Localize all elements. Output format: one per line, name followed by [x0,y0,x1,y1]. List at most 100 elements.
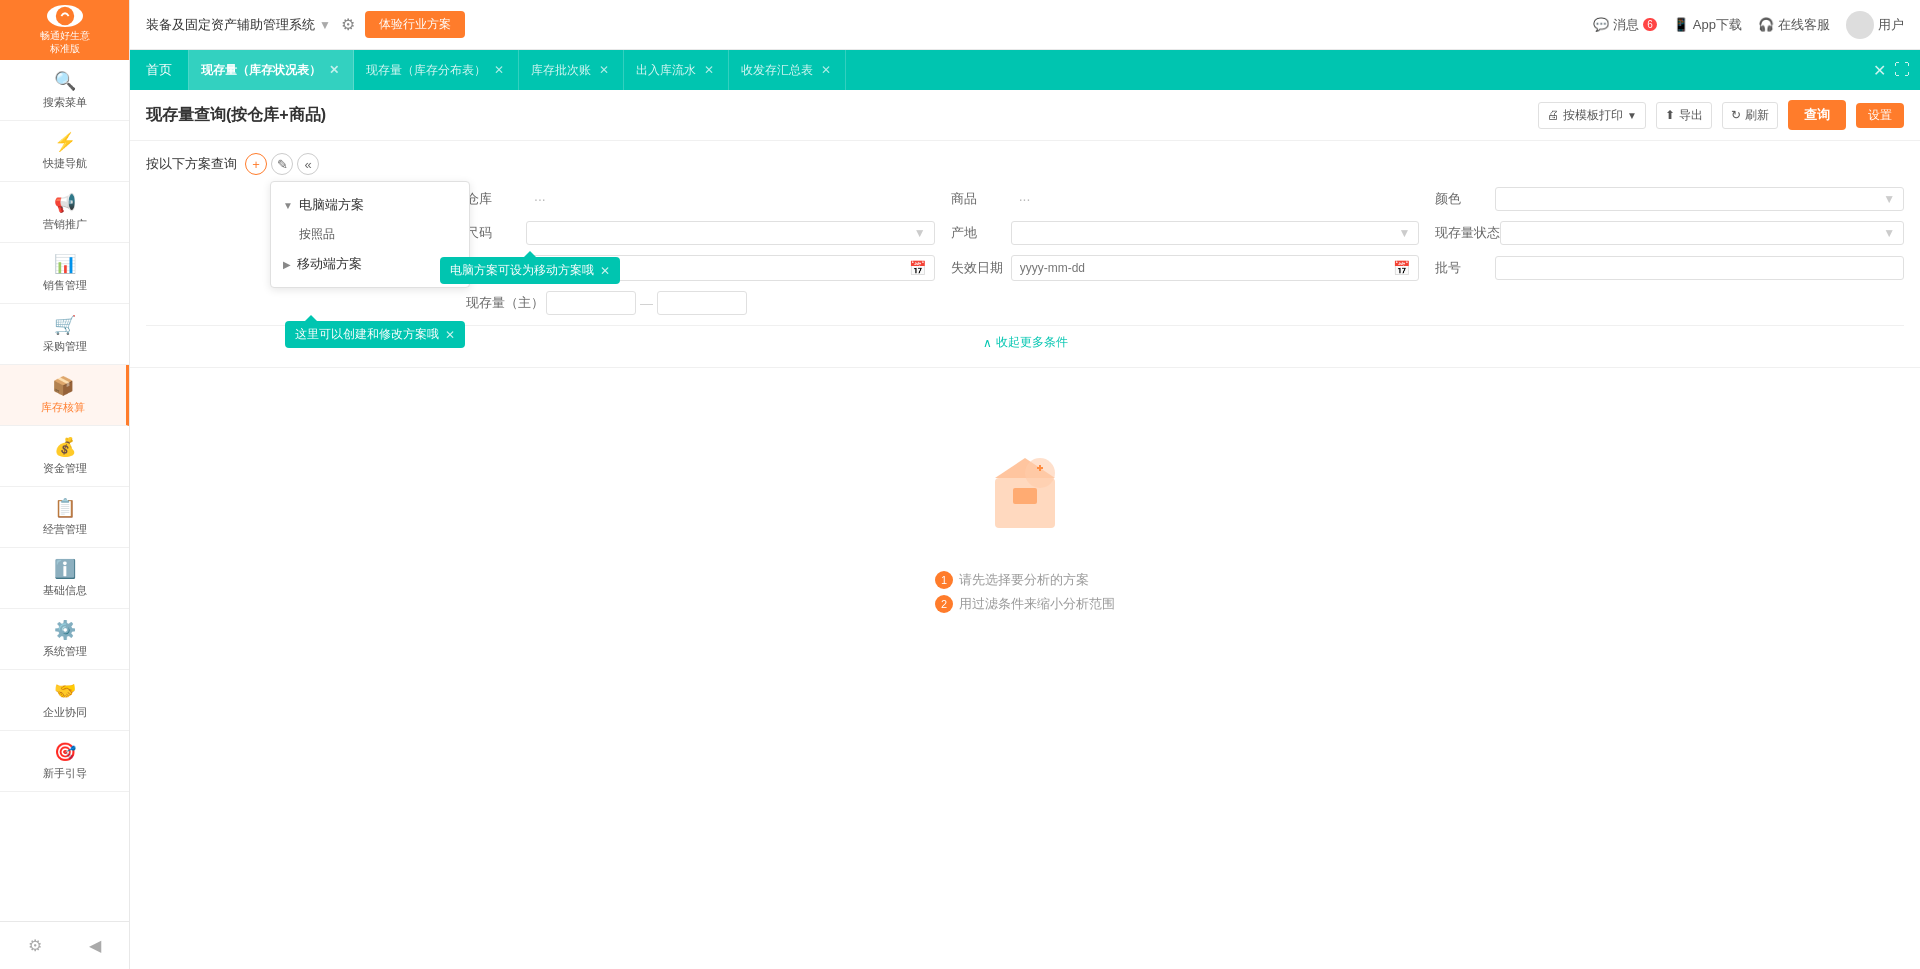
color-select[interactable]: ▼ [1495,187,1904,211]
main-content: 装备及固定资产辅助管理系统 ▼ ⚙ 体验行业方案 💬 消息 6 📱 App下载 … [130,0,1920,969]
refresh-icon: ↻ [1731,108,1741,122]
filter-field-warehouse: 仓库 ··· [466,190,935,208]
warehouse-dots-btn[interactable]: ··· [526,191,554,207]
online-support-btn[interactable]: 🎧 在线客服 [1758,16,1830,34]
tab-close-2[interactable]: ✕ [492,61,506,79]
chevron-down-icon: ▼ [1398,226,1410,240]
sidebar-item-system[interactable]: ⚙️ 系统管理 [0,609,129,670]
sidebar-item-inventory[interactable]: 📦 库存核算 [0,365,129,426]
setting-btn[interactable]: 设置 [1856,103,1904,128]
trial-button[interactable]: 体验行业方案 [365,11,465,38]
tooltip-close-2[interactable]: ✕ [445,328,455,342]
tabs-spacer [846,50,1863,90]
notification-icon: 💬 [1593,17,1609,32]
marketing-icon: 📢 [54,192,76,214]
print-btn[interactable]: 🖨 按模板打印 ▼ [1538,102,1646,129]
filter-row-2: 尺码 ▼ 产地 ▼ [466,221,1904,245]
size-select[interactable]: ▼ [526,221,935,245]
calendar-icon: 📅 [1393,260,1410,276]
sidebar-item-quicknav[interactable]: ⚡ 快捷导航 [0,121,129,182]
app-download-btn[interactable]: 📱 App下载 [1673,16,1742,34]
stock-qty-max-input[interactable] [657,291,747,315]
topbar-settings-btn[interactable]: ⚙ [341,15,355,34]
filter-field-stock-status: 现存量状态 ▼ [1435,221,1904,245]
expand-arrow: ▶ [283,259,291,270]
sales-icon: 📊 [54,253,76,275]
svg-point-4 [1025,458,1055,488]
sidebar-item-purchase[interactable]: 🛒 采购管理 [0,304,129,365]
goods-dots-btn[interactable]: ··· [1011,191,1039,207]
tab-close-5[interactable]: ✕ [819,61,833,79]
sidebar-item-enterprise[interactable]: 🤝 企业协同 [0,670,129,731]
page-title: 现存量查询(按仓库+商品) [146,105,326,126]
sidebar-item-guide[interactable]: 🎯 新手引导 [0,731,129,792]
empty-state: 1 请先选择要分析的方案 2 用过滤条件来缩小分析范围 [130,368,1920,679]
sidebar-item-sales[interactable]: 📊 销售管理 [0,243,129,304]
settings-bottom-btn[interactable]: ⚙ [24,932,46,959]
tab-close-1[interactable]: ✕ [327,61,341,79]
expire-date-start[interactable]: 📅 [1011,255,1420,281]
tab-inout-flow[interactable]: 出入库流水 ✕ [624,50,729,90]
range-separator: — [640,296,653,311]
stock-status-select[interactable]: ▼ [1500,221,1904,245]
refresh-btn[interactable]: ↻ 刷新 [1722,102,1778,129]
filter-row-4: 现存量（主） — [466,291,1904,315]
tab-home[interactable]: 首页 [130,50,189,90]
quicknav-icon: ⚡ [54,131,76,153]
filter-header: 按以下方案查询 + ✎ « [146,153,1904,175]
filter-row-1: 仓库 ··· 商品 ··· 颜色 ▼ [466,187,1904,211]
topbar-left: 装备及固定资产辅助管理系统 ▼ ⚙ 体验行业方案 [146,11,465,38]
tab-actions: ✕ ⛶ [1863,50,1920,90]
empty-box-icon [965,428,1085,548]
scheme-group-pc: ▼ 电脑端方案 按照品 [271,190,469,249]
logo-icon [47,5,83,27]
tooltip-close-1[interactable]: ✕ [600,264,610,278]
tab-summary[interactable]: 收发存汇总表 ✕ [729,50,846,90]
origin-select[interactable]: ▼ [1011,221,1420,245]
tab-batch-account[interactable]: 库存批次账 ✕ [519,50,624,90]
sidebar-item-management[interactable]: 📋 经营管理 [0,487,129,548]
mobile-icon: 📱 [1673,17,1689,32]
batch-input[interactable] [1504,261,1895,275]
tab-inventory-distribution[interactable]: 现存量（库存分布表） ✕ [354,50,519,90]
system-selector[interactable]: 装备及固定资产辅助管理系统 ▼ [146,16,331,34]
scheme-tooltip: 电脑方案可设为移动方案哦 ✕ [440,257,620,284]
calendar-icon: 📅 [909,260,926,276]
expire-date-start-input[interactable] [1020,261,1394,275]
stock-qty-min-input[interactable] [546,291,636,315]
user-menu-btn[interactable]: 用户 [1846,11,1904,39]
tab-close-4[interactable]: ✕ [702,61,716,79]
chevron-down-icon: ▼ [1883,226,1895,240]
page-header: 现存量查询(按仓库+商品) 🖨 按模板打印 ▼ ⬆ 导出 ↻ 刷新 [130,90,1920,141]
tab-close-3[interactable]: ✕ [597,61,611,79]
back-scheme-btn[interactable]: « [297,153,319,175]
query-btn[interactable]: 查询 [1788,100,1846,130]
chevron-down-icon: ▼ [1883,192,1895,206]
logo-text: 畅通好生意 标准版 [40,29,90,55]
tab-inventory-status[interactable]: 现存量（库存状况表） ✕ [189,50,354,90]
sidebar-item-marketing[interactable]: 📢 营销推广 [0,182,129,243]
page-inner: 现存量查询(按仓库+商品) 🖨 按模板打印 ▼ ⬆ 导出 ↻ 刷新 [130,90,1920,969]
add-scheme-btn[interactable]: + [245,153,267,175]
maximize-btn[interactable]: ⛶ [1894,61,1910,79]
close-all-tabs-btn[interactable]: ✕ [1873,61,1886,80]
scheme-subitem-1[interactable]: 按照品 [271,220,469,249]
sidebar-item-search[interactable]: 🔍 搜索菜单 [0,60,129,121]
collapse-sidebar-btn[interactable]: ◀ [85,932,105,959]
notification-btn[interactable]: 💬 消息 6 [1593,16,1657,34]
enterprise-icon: 🤝 [54,680,76,702]
filter-action-buttons: + ✎ « [245,153,319,175]
support-icon: 🎧 [1758,17,1774,32]
sidebar-item-basic[interactable]: ℹ️ 基础信息 [0,548,129,609]
export-btn[interactable]: ⬆ 导出 [1656,102,1712,129]
scheme-group-pc-header[interactable]: ▼ 电脑端方案 [271,190,469,220]
sidebar-nav: 🔍 搜索菜单 ⚡ 快捷导航 📢 营销推广 📊 销售管理 🛒 采购管理 📦 库存核… [0,60,129,921]
svg-rect-3 [1013,488,1037,504]
finance-icon: 💰 [54,436,76,458]
sidebar-item-finance[interactable]: 💰 资金管理 [0,426,129,487]
filter-field-expire-date: 失效日期 📅 [951,255,1420,281]
edit-scheme-btn[interactable]: ✎ [271,153,293,175]
create-tooltip: 这里可以创建和修改方案哦 ✕ [285,321,465,348]
collapse-btn[interactable]: ∧ 收起更多条件 [983,334,1068,351]
topbar-right: 💬 消息 6 📱 App下载 🎧 在线客服 用户 [1593,11,1904,39]
